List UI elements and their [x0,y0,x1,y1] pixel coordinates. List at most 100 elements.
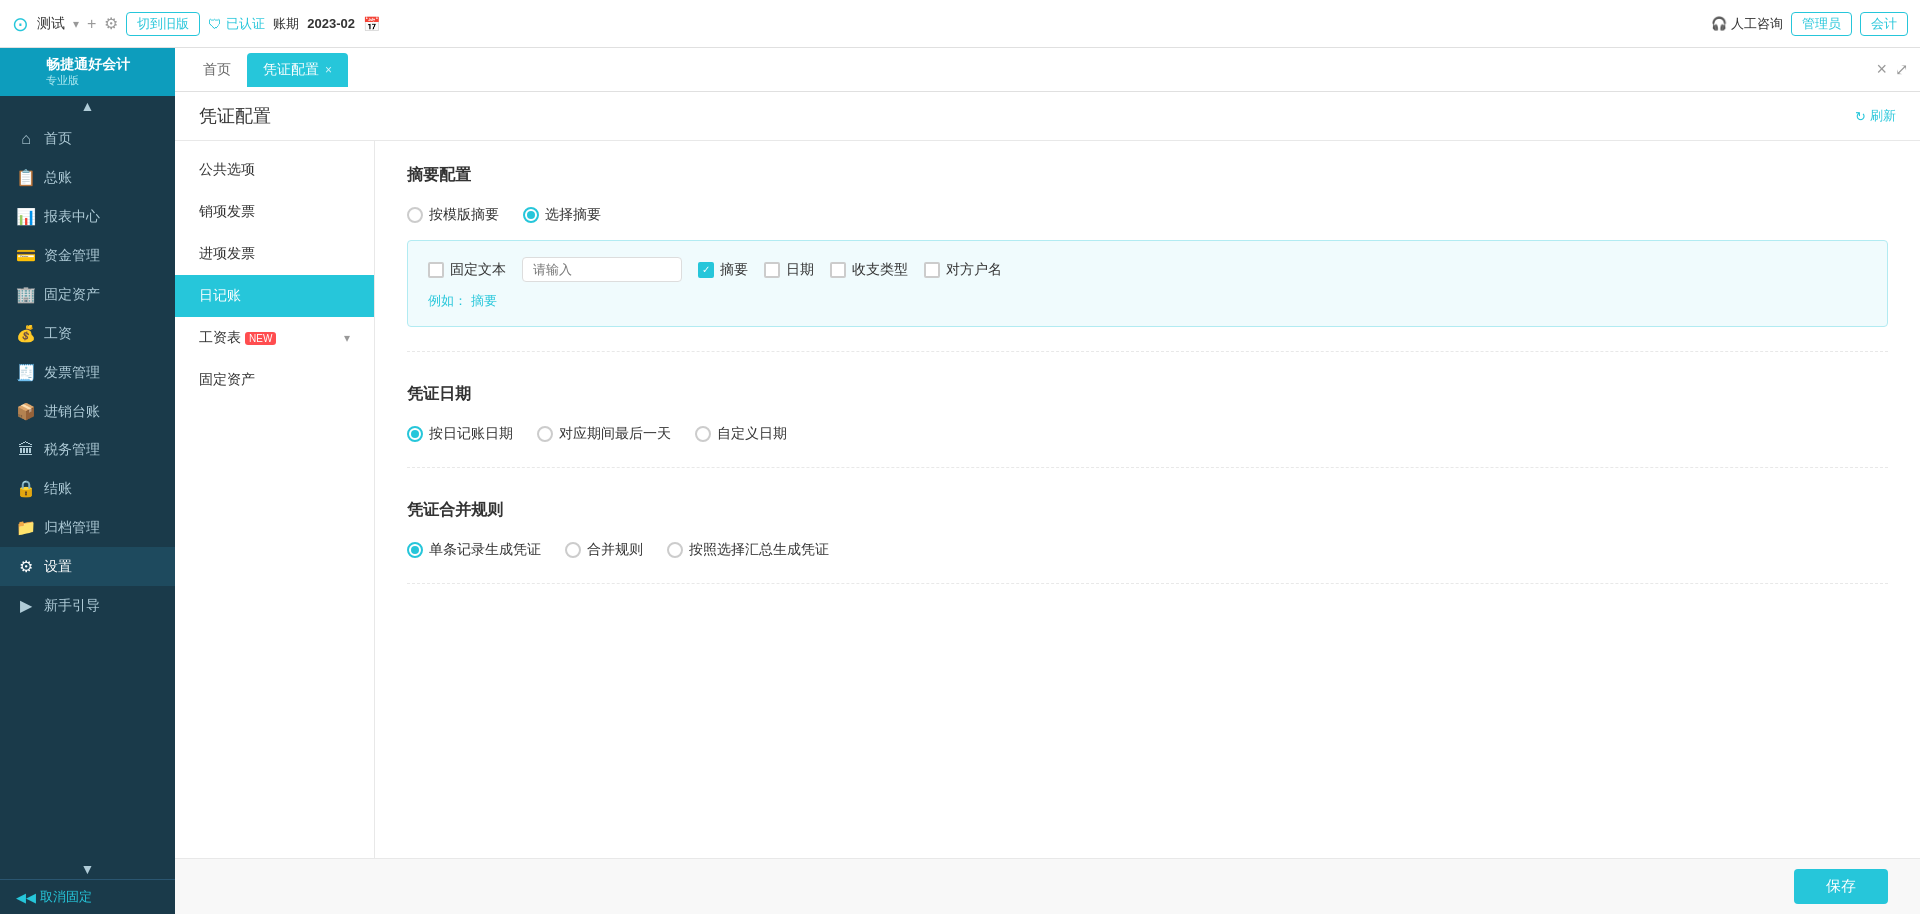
sidebar-item-finance[interactable]: 💳 资金管理 [0,236,175,275]
config-content: 摘要配置 按模版摘要 选择摘要 [375,141,1920,914]
config-menu-journal[interactable]: 日记账 [175,275,374,317]
save-bar: 保存 [175,858,1920,914]
radio-custom-date-circle [695,426,711,442]
radio-select[interactable]: 选择摘要 [523,206,601,224]
archive-icon: 📁 [16,518,36,537]
radio-period-last[interactable]: 对应期间最后一天 [537,425,671,443]
sidebar-item-label: 新手引导 [44,597,100,615]
topbar-dropdown-icon[interactable]: ▾ [73,17,79,31]
finance-icon: 💳 [16,246,36,265]
sidebar-item-label: 发票管理 [44,364,100,382]
tab-bar: 首页 凭证配置 × × ⤢ [175,48,1920,92]
sidebar: 畅捷通好会计 专业版 ▲ ⌂ 首页 📋 总账 📊 报表中心 💳 资金管理 [0,48,175,914]
tab-bar-expand-icon[interactable]: ⤢ [1895,60,1908,79]
radio-custom-date[interactable]: 自定义日期 [695,425,787,443]
summary-options-box: 固定文本 摘要 日期 [407,240,1888,327]
sidebar-item-invoice[interactable]: 🧾 发票管理 [0,353,175,392]
config-menu-purchase-invoice[interactable]: 进项发票 [175,233,374,275]
tab-bar-close-icon[interactable]: × [1876,59,1887,80]
sidebar-item-label: 首页 [44,130,72,148]
checkbox-counterparty[interactable]: 对方户名 [924,261,1002,279]
sidebar-item-report[interactable]: 📊 报表中心 [0,197,175,236]
topbar-gear-icon[interactable]: ⚙ [104,14,118,33]
radio-template-circle [407,207,423,223]
admin-btn[interactable]: 管理员 [1791,12,1852,36]
summary-radio-group: 按模版摘要 选择摘要 [407,206,1888,224]
checkbox-date-box [764,262,780,278]
sidebar-item-label: 进销台账 [44,403,100,421]
refresh-icon: ↻ [1855,109,1866,124]
topbar-add-icon[interactable]: + [87,15,96,33]
sidebar-item-guide[interactable]: ▶ 新手引导 [0,586,175,625]
headset-icon: 🎧 [1711,16,1727,31]
sidebar-scroll-down[interactable]: ▼ [0,859,175,879]
sidebar-cancel-fixed[interactable]: ◀◀ 取消固定 [0,879,175,914]
radio-single-record[interactable]: 单条记录生成凭证 [407,541,541,559]
sidebar-scroll-up[interactable]: ▲ [0,96,175,116]
page-title: 凭证配置 [199,104,271,128]
config-menu-payroll[interactable]: 工资表 NEW ▾ [175,317,374,359]
sidebar-item-label: 资金管理 [44,247,100,265]
settings-icon: ⚙ [16,557,36,576]
checkbox-fixed-text[interactable]: 固定文本 [428,261,506,279]
config-layout: 公共选项 销项发票 进项发票 日记账 工资表 NEW ▾ 固定资产 [175,141,1920,914]
config-menu-public[interactable]: 公共选项 [175,149,374,191]
radio-journal-date[interactable]: 按日记账日期 [407,425,513,443]
checkbox-counterparty-box [924,262,940,278]
topbar-title: 测试 [37,15,65,33]
merge-radio-group: 单条记录生成凭证 合并规则 按照选择汇总生成凭证 [407,541,1888,559]
date-radio-group: 按日记账日期 对应期间最后一天 自定义日期 [407,425,1888,443]
config-menu-fixed-assets[interactable]: 固定资产 [175,359,374,401]
content-area: 首页 凭证配置 × × ⤢ 凭证配置 ↻ 刷新 公共选项 [175,48,1920,914]
home-icon: ⌂ [16,130,36,148]
closing-icon: 🔒 [16,479,36,498]
refresh-btn[interactable]: ↻ 刷新 [1855,107,1896,125]
sidebar-item-label: 归档管理 [44,519,100,537]
config-menu-sales-invoice[interactable]: 销项发票 [175,191,374,233]
radio-select-circle [523,207,539,223]
radio-template[interactable]: 按模版摘要 [407,206,499,224]
sidebar-item-tax[interactable]: 🏛 税务管理 [0,431,175,469]
radio-period-last-circle [537,426,553,442]
checkbox-date[interactable]: 日期 [764,261,814,279]
sidebar-item-sales[interactable]: 📦 进销台账 [0,392,175,431]
sidebar-item-ledger[interactable]: 📋 总账 [0,158,175,197]
summary-title: 摘要配置 [407,165,1888,186]
assets-icon: 🏢 [16,285,36,304]
radio-merge-rules-circle [565,542,581,558]
sidebar-item-label: 总账 [44,169,72,187]
radio-summary-generate[interactable]: 按照选择汇总生成凭证 [667,541,829,559]
checkbox-cashtype-box [830,262,846,278]
page-header: 凭证配置 ↻ 刷新 [175,92,1920,141]
sidebar-item-home[interactable]: ⌂ 首页 [0,120,175,158]
checkbox-cashtype[interactable]: 收支类型 [830,261,908,279]
merge-title: 凭证合并规则 [407,500,1888,521]
payroll-expand-icon: ▾ [344,331,350,345]
sidebar-item-salary[interactable]: 💰 工资 [0,314,175,353]
summary-section: 摘要配置 按模版摘要 选择摘要 [407,165,1888,352]
calendar-icon[interactable]: 📅 [363,16,380,32]
radio-merge-rules[interactable]: 合并规则 [565,541,643,559]
tab-close-icon[interactable]: × [325,63,332,77]
tab-home[interactable]: 首页 [187,53,247,87]
config-menu: 公共选项 销项发票 进项发票 日记账 工资表 NEW ▾ 固定资产 [175,141,375,914]
sidebar-logo: 畅捷通好会计 专业版 [0,48,175,96]
consult-btn[interactable]: 🎧 人工咨询 [1711,15,1783,33]
sidebar-item-settings[interactable]: ⚙ 设置 [0,547,175,586]
checkbox-summary[interactable]: 摘要 [698,261,748,279]
switch-old-btn[interactable]: 切到旧版 [126,12,200,36]
accountant-btn[interactable]: 会计 [1860,12,1908,36]
sidebar-item-archive[interactable]: 📁 归档管理 [0,508,175,547]
period-label: 账期 [273,15,299,33]
radio-journal-date-circle [407,426,423,442]
logo-sub: 专业版 [46,73,130,88]
tab-voucher-config[interactable]: 凭证配置 × [247,53,348,87]
sidebar-item-closing[interactable]: 🔒 结账 [0,469,175,508]
fixed-text-input[interactable] [522,257,682,282]
sidebar-item-label: 结账 [44,480,72,498]
save-button[interactable]: 保存 [1794,869,1888,904]
merge-section: 凭证合并规则 单条记录生成凭证 合并规则 按照选择汇总生成凭证 [407,500,1888,584]
sidebar-item-assets[interactable]: 🏢 固定资产 [0,275,175,314]
shield-icon: 🛡 [208,16,222,32]
new-badge: NEW [245,332,276,345]
